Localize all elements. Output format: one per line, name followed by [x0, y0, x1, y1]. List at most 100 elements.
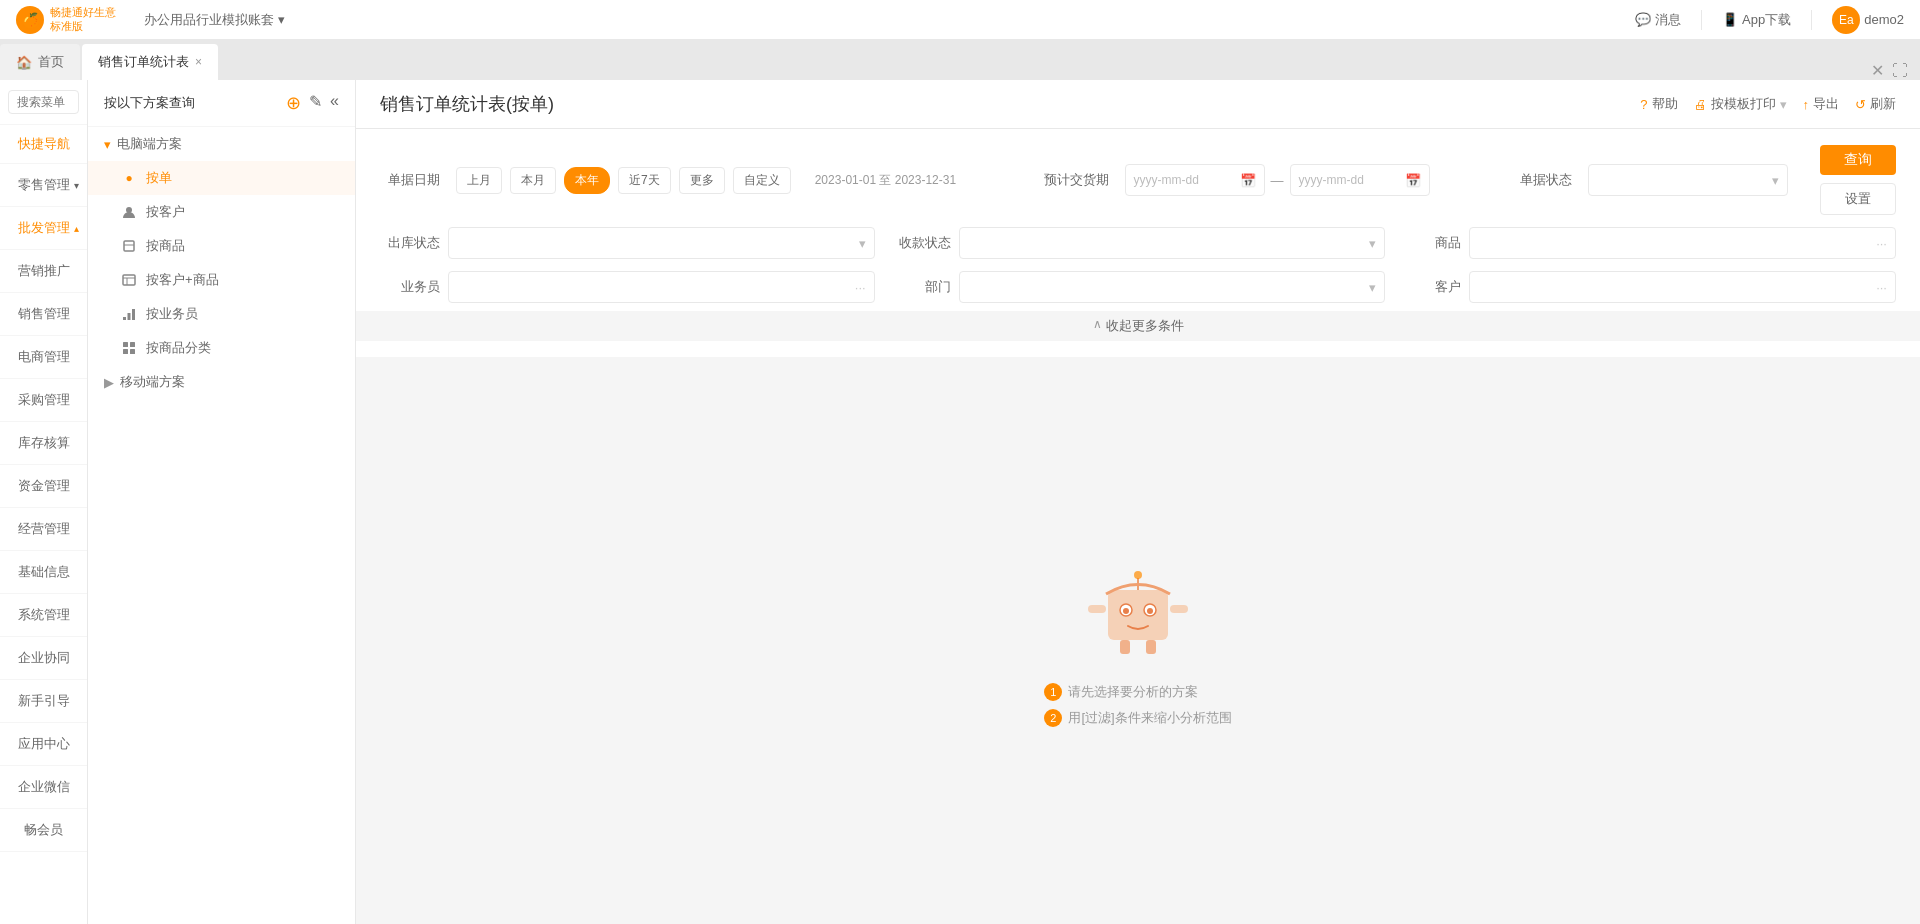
query-btn-area: 查询 设置 [1820, 145, 1896, 215]
sidebar-item-inventory[interactable]: 库存核算 [0, 422, 87, 465]
sidebar-item-wholesale[interactable]: 批发管理 ▴ [0, 207, 87, 250]
date-btn-last-7-days[interactable]: 近7天 [618, 167, 671, 194]
date-btn-custom[interactable]: 自定义 [733, 167, 791, 194]
date-btn-last-month[interactable]: 上月 [456, 167, 502, 194]
maximize-icon[interactable]: ⛶ [1892, 62, 1908, 80]
department-label: 部门 [891, 278, 951, 296]
scheme-item-by-customer-product[interactable]: 按客户+商品 [88, 263, 355, 297]
date-label: 单据日期 [380, 171, 440, 189]
setting-btn[interactable]: 设置 [1820, 183, 1896, 215]
help-btn[interactable]: ? 帮助 [1640, 95, 1677, 113]
department-select[interactable]: ▾ [959, 271, 1386, 303]
query-btn[interactable]: 查询 [1820, 145, 1896, 175]
customer-input[interactable]: ··· [1469, 271, 1896, 303]
message-btn[interactable]: 💬 消息 [1635, 11, 1681, 29]
svg-rect-12 [130, 349, 135, 354]
scheme-item-by-customer[interactable]: 按客户 [88, 195, 355, 229]
sidebar-item-purchase[interactable]: 采购管理 [0, 379, 87, 422]
svg-rect-1 [124, 241, 134, 251]
scheme-item-by-category[interactable]: 按商品分类 [88, 331, 355, 365]
edit-scheme-btn[interactable]: ✎ [309, 92, 322, 114]
filter-row-3: 业务员 ··· 部门 ▾ 客户 [380, 271, 1896, 303]
add-scheme-btn[interactable]: ⊕ [286, 92, 301, 114]
sidebar-item-operation[interactable]: 经营管理 [0, 508, 87, 551]
user-menu[interactable]: Ea demo2 [1832, 6, 1904, 34]
print-icon: 🖨 [1694, 97, 1707, 112]
close-window-icon[interactable]: ✕ [1871, 61, 1884, 80]
sidebar-item-member[interactable]: 畅会员 [0, 809, 87, 852]
salesperson-input[interactable]: ··· [448, 271, 875, 303]
customer-product-icon [120, 271, 138, 289]
app-download-btn[interactable]: 📱 App下载 [1722, 11, 1791, 29]
chevron-down-icon: ▾ [1369, 280, 1376, 295]
scheme-panel-header: 按以下方案查询 ⊕ ✎ « [88, 80, 355, 127]
svg-rect-20 [1120, 640, 1130, 654]
tab-home[interactable]: 🏠 首页 [0, 44, 80, 80]
tab-sales-order-stat[interactable]: 销售订单统计表 × [82, 44, 218, 80]
ship-status-label: 出库状态 [380, 234, 440, 252]
avatar: Ea [1832, 6, 1860, 34]
svg-rect-11 [123, 349, 128, 354]
export-icon: ↑ [1803, 97, 1810, 112]
mobile-group-header[interactable]: ▶ 移动端方案 [88, 365, 355, 399]
scheme-item-by-product[interactable]: 按商品 [88, 229, 355, 263]
date-btn-this-month[interactable]: 本月 [510, 167, 556, 194]
pc-group-header[interactable]: ▾ 电脑端方案 [88, 127, 355, 161]
sidebar-item-wechat[interactable]: 企业微信 [0, 766, 87, 809]
payment-status-select[interactable]: ▾ [959, 227, 1386, 259]
sidebar-item-appcenter[interactable]: 应用中心 [0, 723, 87, 766]
date-btn-this-year[interactable]: 本年 [564, 167, 610, 194]
sidebar-item-ecommerce[interactable]: 电商管理 [0, 336, 87, 379]
scheme-panel-actions: ⊕ ✎ « [286, 92, 339, 114]
department-field: 部门 ▾ [891, 271, 1386, 303]
sidebar-item-retail[interactable]: 零售管理 ▾ [0, 164, 87, 207]
expected-date-range: yyyy-mm-dd 📅 — yyyy-mm-dd 📅 [1125, 164, 1430, 196]
empty-hints: 1 请先选择要分析的方案 2 用[过滤]条件来缩小分析范围 [1044, 679, 1231, 731]
customer-field: 客户 ··· [1401, 271, 1896, 303]
calendar-icon: 📅 [1240, 173, 1256, 188]
print-btn[interactable]: 🖨 按模板打印 ▾ [1694, 95, 1787, 113]
sidebar-item-basic[interactable]: 基础信息 [0, 551, 87, 594]
dots-icon2: ··· [855, 280, 866, 295]
filter-row-1: 单据日期 上月 本月 本年 近7天 更多 自定义 2023-01-01 至 20… [380, 145, 1896, 215]
sidebar-search-area [0, 80, 87, 125]
page-actions: ? 帮助 🖨 按模板打印 ▾ ↑ 导出 ↺ 刷新 [1640, 95, 1896, 113]
date-range-text: 2023-01-01 至 2023-12-31 [815, 172, 956, 189]
content-body: 按以下方案查询 ⊕ ✎ « ▾ 电脑端方案 ● 按单 [88, 80, 1920, 924]
hint-num-2: 2 [1044, 709, 1062, 727]
collapse-scheme-btn[interactable]: « [330, 92, 339, 114]
ship-status-select[interactable]: ▾ [448, 227, 875, 259]
expected-date-end[interactable]: yyyy-mm-dd 📅 [1290, 164, 1430, 196]
sidebar-item-enterprise[interactable]: 企业协同 [0, 637, 87, 680]
dots-icon: ··· [1876, 236, 1887, 251]
home-icon: 🏠 [16, 55, 32, 70]
chevron-down-icon: ▾ [1369, 236, 1376, 251]
filter-area: 单据日期 上月 本月 本年 近7天 更多 自定义 2023-01-01 至 20… [356, 129, 1920, 357]
sidebar-item-sales[interactable]: 销售管理 [0, 293, 87, 336]
svg-rect-3 [123, 275, 135, 285]
main-panel: 销售订单统计表(按单) ? 帮助 🖨 按模板打印 ▾ ↑ 导出 [356, 80, 1920, 924]
date-btn-more[interactable]: 更多 [679, 167, 725, 194]
tab-actions: ✕ ⛶ [218, 61, 1920, 80]
sidebar-quick-nav[interactable]: 快捷导航 [0, 125, 87, 164]
sidebar-item-marketing[interactable]: 营销推广 [0, 250, 87, 293]
sidebar-item-newbie[interactable]: 新手引导 [0, 680, 87, 723]
chevron-down-icon: ▾ [104, 137, 111, 152]
sidebar-item-system[interactable]: 系统管理 [0, 594, 87, 637]
scheme-item-by-salesperson[interactable]: 按业务员 [88, 297, 355, 331]
expected-date-start[interactable]: yyyy-mm-dd 📅 [1125, 164, 1265, 196]
product-input[interactable]: ··· [1469, 227, 1896, 259]
account-dropdown[interactable]: 办公用品行业模拟账套 ▾ [144, 11, 285, 29]
sidebar-item-finance[interactable]: 资金管理 [0, 465, 87, 508]
search-input[interactable] [8, 90, 79, 114]
export-btn[interactable]: ↑ 导出 [1803, 95, 1840, 113]
status-select[interactable]: ▾ [1588, 164, 1788, 196]
tabbar: 🏠 首页 销售订单统计表 × ✕ ⛶ [0, 40, 1920, 80]
scheme-panel: 按以下方案查询 ⊕ ✎ « ▾ 电脑端方案 ● 按单 [88, 80, 356, 924]
tab-close-icon[interactable]: × [195, 55, 202, 69]
collapse-btn[interactable]: ∧ 收起更多条件 [356, 311, 1920, 341]
logo-text: 畅捷通好生意 标准版 [50, 6, 116, 32]
divider [1701, 10, 1702, 30]
refresh-btn[interactable]: ↺ 刷新 [1855, 95, 1896, 113]
scheme-item-by-order[interactable]: ● 按单 [88, 161, 355, 195]
